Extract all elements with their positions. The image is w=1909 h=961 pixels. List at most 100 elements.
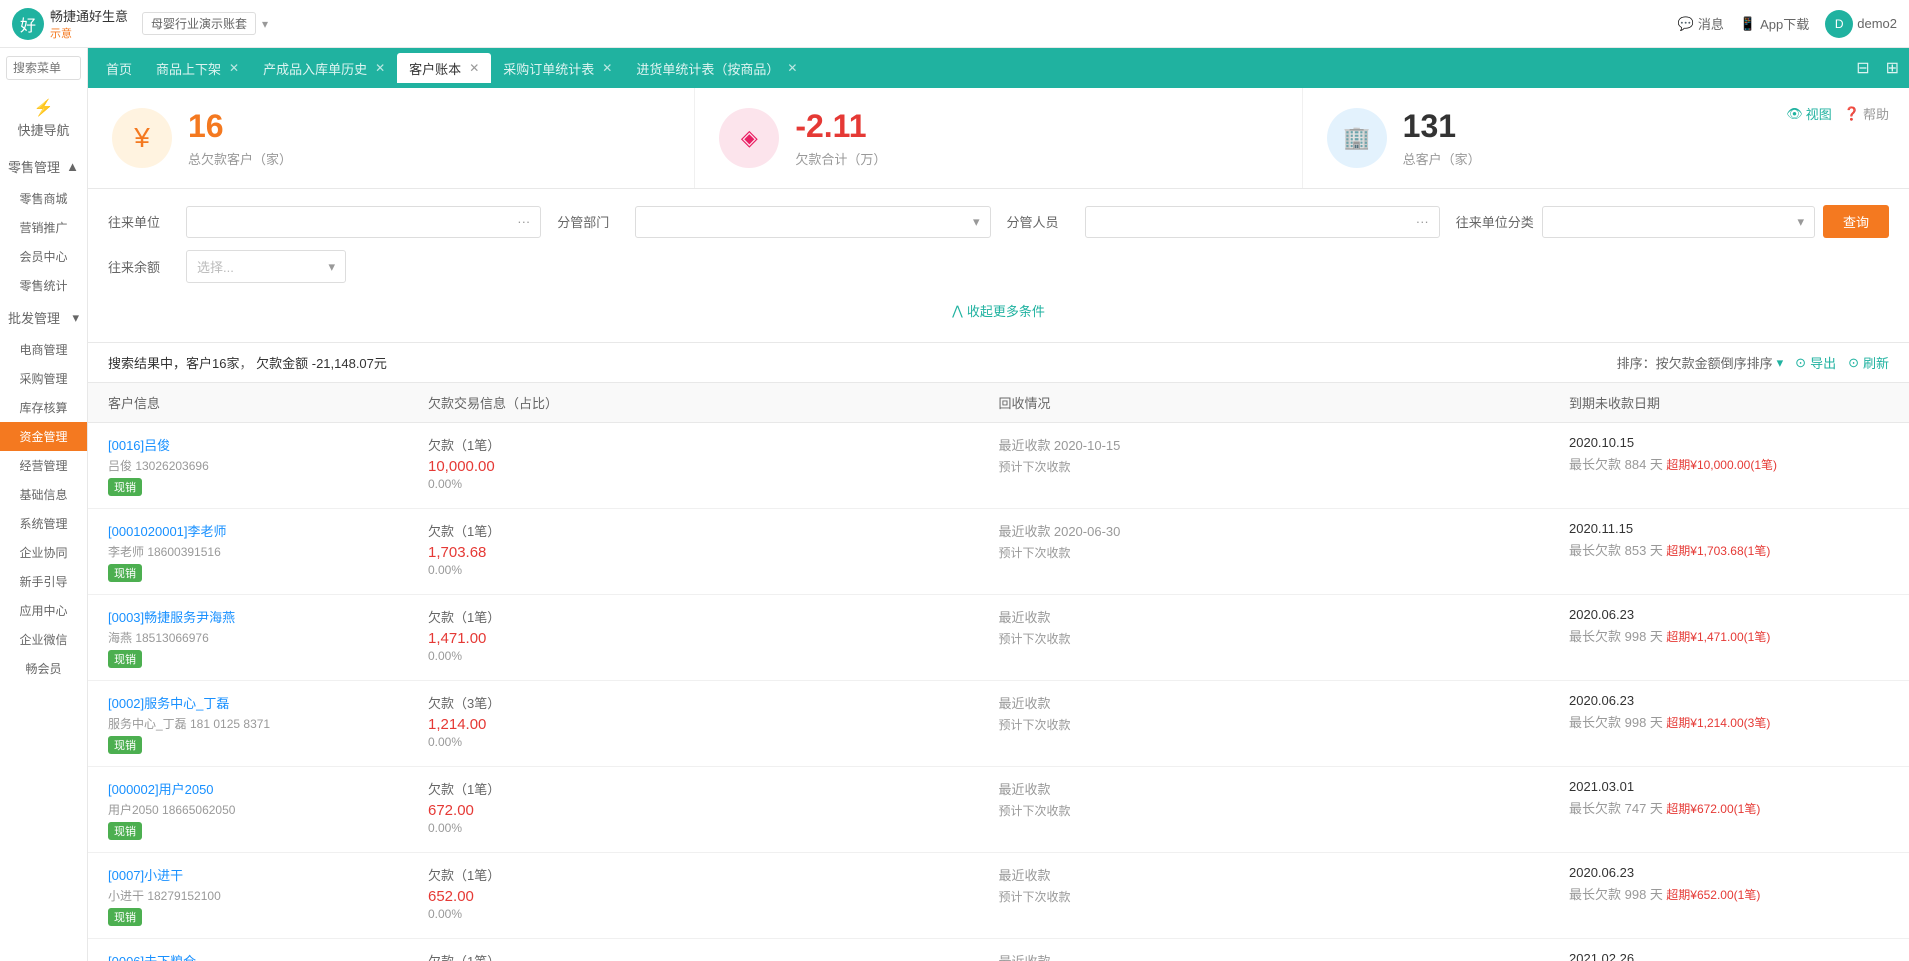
sidebar-item-retail-stats[interactable]: 零售统计 — [0, 271, 87, 300]
sidebar-item-ecommerce[interactable]: 电商管理 — [0, 335, 87, 364]
customer-tag-4: 现销 — [108, 822, 142, 840]
tab-close-product-off[interactable]: ✕ — [229, 61, 239, 75]
customer-name-link-4[interactable]: [000002]用户2050 — [108, 782, 214, 797]
overdue-link-2[interactable]: 超期¥1,471.00(1笔) — [1666, 630, 1770, 644]
customer-name-link-6[interactable]: [0006]去下粮仓 — [108, 954, 196, 961]
due-info-4: 2021.03.01 最长欠款 747 天 超期¥672.00(1笔) — [1569, 779, 1889, 817]
stat-icon-3: 🏢 — [1327, 108, 1387, 168]
sidebar-search-area — [0, 48, 87, 88]
sidebar-item-purchase[interactable]: 采购管理 — [0, 364, 87, 393]
tab-minimize-btn[interactable]: ⊟ — [1852, 56, 1873, 80]
sidebar-item-app-center[interactable]: 应用中心 — [0, 596, 87, 625]
col-customer-info: 客户信息 — [108, 393, 428, 412]
sidebar-item-vip[interactable]: 畅会员 — [0, 654, 87, 683]
overdue-link-0[interactable]: 超期¥10,000.00(1笔) — [1666, 458, 1777, 472]
col-recovery: 回收情况 — [999, 393, 1570, 412]
overdue-link-3[interactable]: 超期¥1,214.00(3笔) — [1666, 716, 1770, 730]
tab-bar: 首页 商品上下架 ✕ 产成品入库单历史 ✕ 客户账本 ✕ 采购订单统计表 ✕ — [88, 48, 1909, 88]
sidebar-item-marketing[interactable]: 营销推广 — [0, 213, 87, 242]
tab-close-customer-account[interactable]: ✕ — [469, 61, 479, 75]
customer-name-link-3[interactable]: [0002]服务中心_丁磊 — [108, 696, 229, 711]
recovery-info-0: 最近收款 2020-10-15 预计下次收款 — [999, 435, 1570, 475]
system-dropdown-icon[interactable]: ▾ — [262, 17, 268, 31]
stats-row: ¥ 16 总欠款客户（家） ◈ -2.11 欠款合计（万） — [88, 88, 1909, 189]
sort-select[interactable]: 排序：按欠款金额倒序排序 ▾ — [1617, 353, 1784, 372]
sidebar-item-quick-nav[interactable]: ⚡ 快捷导航 — [0, 88, 87, 149]
sidebar-item-guide[interactable]: 新手引导 — [0, 567, 87, 596]
due-info-2: 2020.06.23 最长欠款 998 天 超期¥1,471.00(1笔) — [1569, 607, 1889, 645]
sidebar-item-inventory[interactable]: 库存核算 — [0, 393, 87, 422]
tab-purchase-order[interactable]: 采购订单统计表 ✕ — [491, 53, 624, 83]
tab-maximize-btn[interactable]: ⊞ — [1882, 56, 1903, 80]
filter-partner-dots[interactable]: ··· — [517, 214, 530, 229]
eye-icon: 👁 — [1786, 106, 1803, 122]
help-btn[interactable]: ❓ 帮助 — [1844, 104, 1889, 123]
filter-partner-class-input[interactable]: ▾ — [1542, 206, 1815, 238]
filter-balance-select[interactable]: 选择... ▾ — [186, 250, 346, 283]
refresh-btn[interactable]: ⊙ 刷新 — [1848, 353, 1889, 372]
tab-close-product-history[interactable]: ✕ — [375, 61, 385, 75]
phone-icon: 📱 — [1740, 16, 1756, 32]
tab-close-purchase-order[interactable]: ✕ — [602, 61, 612, 75]
debt-info-0: 欠款（1笔） 10,000.00 0.00% — [428, 435, 999, 491]
tab-purchase-stats[interactable]: 进货单统计表（按商品） ✕ — [624, 53, 809, 83]
customer-info-3: [0002]服务中心_丁磊 服务中心_丁磊 181 0125 8371 现销 — [108, 693, 428, 754]
tab-bar-right: ⊟ ⊞ — [1852, 56, 1903, 80]
export-btn[interactable]: ⊙ 导出 — [1795, 353, 1836, 372]
sidebar-item-ops[interactable]: 经营管理 — [0, 451, 87, 480]
table-row: [0002]服务中心_丁磊 服务中心_丁磊 181 0125 8371 现销 欠… — [88, 681, 1909, 767]
filter-partner-input[interactable]: ··· — [186, 206, 541, 238]
user-menu[interactable]: D demo2 — [1825, 10, 1897, 38]
next-payment-3: 预计下次收款 — [999, 716, 1570, 733]
filter-person-dots[interactable]: ··· — [1416, 214, 1429, 229]
customer-name-link-5[interactable]: [0007]小进干 — [108, 868, 183, 883]
filter-person-label: 分管人员 — [1007, 212, 1077, 231]
sidebar-item-retail-mgmt[interactable]: 零售管理 ▲ — [0, 149, 87, 184]
filter-dept-input[interactable]: ▾ — [635, 206, 990, 238]
filter-row-1: 往来单位 ··· 分管部门 ▾ — [108, 205, 1889, 238]
filter-person-input[interactable]: ··· — [1085, 206, 1440, 238]
top-bar-right: 💬 消息 📱 App下载 D demo2 — [1678, 10, 1897, 38]
sidebar-item-retail-mall[interactable]: 零售商城 — [0, 184, 87, 213]
due-info-6: 2021.02.26 最长欠款 750 天 超期¥455.90(1笔) — [1569, 951, 1889, 961]
tab-home[interactable]: 首页 — [94, 53, 144, 83]
search-button[interactable]: 查询 — [1823, 205, 1889, 238]
sort-icon: ▾ — [1777, 355, 1784, 371]
sidebar-item-enterprise[interactable]: 企业协同 — [0, 538, 87, 567]
customer-name-link-2[interactable]: [0003]畅捷服务尹海燕 — [108, 610, 235, 625]
sidebar-item-wechat[interactable]: 企业微信 — [0, 625, 87, 654]
customer-contact-2: 海燕 18513066976 — [108, 629, 428, 646]
customer-name-link-0[interactable]: [0016]吕俊 — [108, 438, 170, 453]
chevron-right-icon: ▾ — [72, 310, 79, 326]
sidebar-item-basic-info[interactable]: 基础信息 — [0, 480, 87, 509]
stat-card-debt-customers: ¥ 16 总欠款客户（家） — [88, 88, 695, 188]
view-btn[interactable]: 👁 视图 — [1786, 104, 1832, 123]
next-payment-2: 预计下次收款 — [999, 630, 1570, 647]
overdue-link-4[interactable]: 超期¥672.00(1笔) — [1666, 802, 1760, 816]
message-btn[interactable]: 💬 消息 — [1678, 14, 1724, 33]
tab-customer-account[interactable]: 客户账本 ✕ — [397, 53, 491, 83]
tab-close-purchase-stats[interactable]: ✕ — [787, 61, 797, 75]
sidebar-item-sys-mgmt[interactable]: 系统管理 — [0, 509, 87, 538]
collapse-btn[interactable]: ⋀ 收起更多条件 — [108, 295, 1889, 326]
filter-balance-label: 往来余额 — [108, 257, 178, 276]
table-row: [0006]去下粮仓 陈小希 现销 欠款（1笔） 455.90 0.00% 最近… — [88, 939, 1909, 961]
recovery-info-6: 最近收款 预计下次收款 — [999, 951, 1570, 961]
tab-product-history[interactable]: 产成品入库单历史 ✕ — [251, 53, 397, 83]
sidebar-item-member[interactable]: 会员中心 — [0, 242, 87, 271]
overdue-info-2: 最长欠款 998 天 超期¥1,471.00(1笔) — [1569, 626, 1889, 645]
sidebar-item-finance[interactable]: 资金管理 — [0, 422, 87, 451]
stat-label-debt: 欠款合计（万） — [795, 149, 886, 168]
overdue-link-1[interactable]: 超期¥1,703.68(1笔) — [1666, 544, 1770, 558]
tab-product-off[interactable]: 商品上下架 ✕ — [144, 53, 251, 83]
search-input[interactable] — [6, 56, 81, 80]
sidebar-item-batch-mgmt[interactable]: 批发管理 ▾ — [0, 300, 87, 335]
logo-icon: 好 — [12, 8, 44, 40]
customer-name-link-1[interactable]: [0001020001]李老师 — [108, 524, 227, 539]
app-download-btn[interactable]: 📱 App下载 — [1740, 14, 1809, 33]
customer-tag-3: 现销 — [108, 736, 142, 754]
overdue-link-5[interactable]: 超期¥652.00(1笔) — [1666, 888, 1760, 902]
overdue-info-4: 最长欠款 747 天 超期¥672.00(1笔) — [1569, 798, 1889, 817]
customer-info-6: [0006]去下粮仓 陈小希 现销 — [108, 951, 428, 961]
system-name[interactable]: 母婴行业演示账套 — [142, 12, 256, 35]
